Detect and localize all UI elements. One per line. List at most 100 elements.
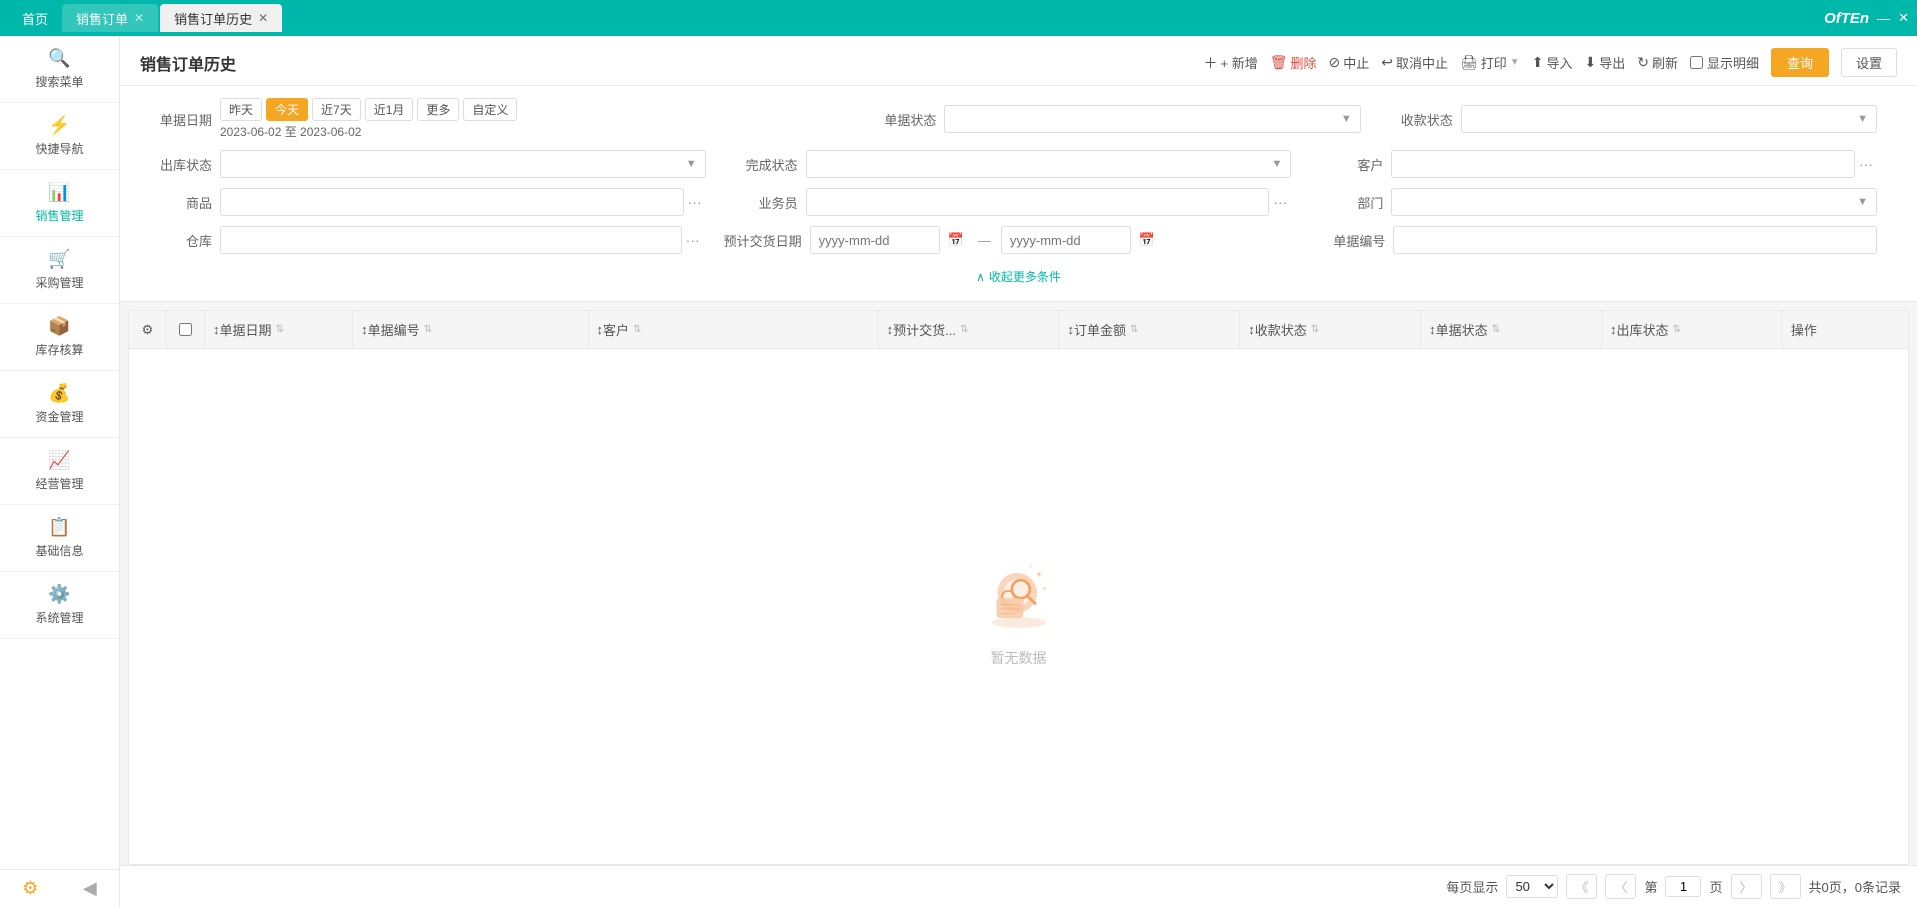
empty-state: ✦ ✦ ✦ 暂无数据 xyxy=(129,349,1908,864)
expected-date-start[interactable] xyxy=(810,226,940,254)
sort-date-icon: ⇅ xyxy=(276,324,284,335)
sidebar-item-sales-mgmt[interactable]: 📊 销售管理 xyxy=(0,170,119,237)
page-size-select[interactable]: 50 10 20 100 xyxy=(1506,875,1558,898)
close-tab-sales-order-history[interactable]: ✕ xyxy=(258,11,268,25)
th-amount[interactable]: ↕ 订单金额 ⇅ xyxy=(1059,311,1240,348)
prev-page-btn[interactable]: 〈 xyxy=(1605,874,1636,899)
toolbar: ＋ + 新增 🗑 删除 ⊘ 中止 ↩ 取消中止 🖨 打印 xyxy=(1203,48,1897,77)
complete-label: 完成状态 xyxy=(726,155,806,174)
svg-text:✦: ✦ xyxy=(1035,569,1043,579)
department-select[interactable]: ▼ xyxy=(1391,188,1877,216)
date-btn-yesterday[interactable]: 昨天 xyxy=(220,98,262,121)
tab-home[interactable]: 首页 xyxy=(8,4,62,32)
goods-label: 商品 xyxy=(140,193,220,212)
sidebar-item-basic-info[interactable]: 📋 基础信息 xyxy=(0,505,119,572)
stock-out-select[interactable]: ▼ xyxy=(220,150,706,178)
sidebar-item-quick-nav[interactable]: ⚡ 快捷导航 xyxy=(0,103,119,170)
sidebar-item-purchase-mgmt[interactable]: 🛒 采购管理 xyxy=(0,237,119,304)
select-all-checkbox[interactable] xyxy=(179,323,192,336)
date-btn-more[interactable]: 更多 xyxy=(417,98,459,121)
sidebar-settings-icon[interactable]: ⚙ xyxy=(22,878,38,899)
customer-ellipsis-btn[interactable]: ··· xyxy=(1855,156,1877,172)
sidebar-item-system[interactable]: ⚙️ 系统管理 xyxy=(0,572,119,639)
show-detail-checkbox[interactable] xyxy=(1690,56,1703,69)
show-detail-checkbox-label[interactable]: 显示明细 xyxy=(1690,53,1759,72)
query-button[interactable]: 查询 xyxy=(1771,48,1829,77)
sidebar-item-search-menu[interactable]: 🔍 搜索菜单 xyxy=(0,36,119,103)
settings-icon[interactable]: ⚙ xyxy=(142,322,154,338)
last-page-btn[interactable]: 》 xyxy=(1770,874,1801,899)
filter-row-1: 单据日期 昨天 今天 近7天 近1月 更多 自定义 2023-06-02 至 2… xyxy=(140,98,1897,140)
date-btn-custom[interactable]: 自定义 xyxy=(463,98,517,121)
payment-status-control: ▼ xyxy=(1461,105,1877,133)
order-status-select[interactable]: ▼ xyxy=(944,105,1360,133)
tab-sales-order[interactable]: 销售订单 ✕ xyxy=(62,4,158,32)
export-button[interactable]: ⬇ 导出 xyxy=(1584,53,1625,72)
page-unit: 页 xyxy=(1709,877,1722,896)
customer-input[interactable] xyxy=(1391,150,1855,178)
next-page-btn[interactable]: 〉 xyxy=(1731,874,1762,899)
sidebar-item-inventory[interactable]: 📦 库存核算 xyxy=(0,304,119,371)
date-btn-today[interactable]: 今天 xyxy=(266,98,308,121)
cancel-stop-button[interactable]: ↩ 取消中止 xyxy=(1381,53,1448,72)
th-date[interactable]: ↕ 单据日期 ⇅ xyxy=(205,311,353,348)
print-button[interactable]: 🖨 打印 ▼ xyxy=(1460,53,1520,72)
tab-sales-order-history[interactable]: 销售订单历史 ✕ xyxy=(160,4,282,32)
order-no-label: 单据编号 xyxy=(1313,231,1393,250)
stock-out-arrow-icon: ▼ xyxy=(686,158,697,170)
payment-status-arrow-icon: ▼ xyxy=(1857,113,1868,125)
quick-nav-icon: ⚡ xyxy=(48,115,70,136)
date-btn-7days[interactable]: 近7天 xyxy=(312,98,361,121)
cancel-stop-icon: ↩ xyxy=(1381,54,1393,71)
first-page-btn[interactable]: 《 xyxy=(1566,874,1597,899)
th-order-status[interactable]: ↕ 单据状态 ⇅ xyxy=(1421,311,1602,348)
warehouse-input[interactable] xyxy=(220,226,682,254)
sidebar-collapse-icon[interactable]: ◀ xyxy=(83,878,97,899)
department-arrow-icon: ▼ xyxy=(1857,196,1868,208)
th-pay-status[interactable]: ↕ 收款状态 ⇅ xyxy=(1240,311,1421,348)
order-status-arrow-icon: ▼ xyxy=(1341,113,1352,125)
order-no-input[interactable] xyxy=(1393,226,1877,254)
complete-select[interactable]: ▼ xyxy=(806,150,1292,178)
sidebar-item-finance[interactable]: 💰 资金管理 xyxy=(0,371,119,438)
department-label: 部门 xyxy=(1311,193,1391,212)
goods-input[interactable] xyxy=(220,188,684,216)
payment-status-select[interactable]: ▼ xyxy=(1461,105,1877,133)
th-order-no[interactable]: ↕ 单据编号 ⇅ xyxy=(353,311,588,348)
warehouse-ellipsis-btn[interactable]: ··· xyxy=(682,232,704,248)
collapse-btn[interactable]: ∧ 收起更多条件 xyxy=(140,264,1897,289)
salesperson-ellipsis-btn[interactable]: ··· xyxy=(1269,194,1291,210)
date-btn-1month[interactable]: 近1月 xyxy=(365,98,414,121)
th-action: 操作 xyxy=(1783,311,1908,348)
salesperson-input[interactable] xyxy=(806,188,1270,216)
refresh-button[interactable]: ↻ 刷新 xyxy=(1637,53,1678,72)
stop-button[interactable]: ⊘ 中止 xyxy=(1329,53,1370,72)
close-window-btn[interactable]: ✕ xyxy=(1898,10,1909,26)
cal-end-icon[interactable]: 📅 xyxy=(1135,232,1159,248)
th-settings[interactable]: ⚙ xyxy=(129,311,167,348)
salesperson-control: ··· xyxy=(806,188,1292,216)
sort-amount-icon: ⇅ xyxy=(1130,324,1138,335)
th-delivery[interactable]: ↕ 预计交货... ⇅ xyxy=(879,311,1060,348)
new-button[interactable]: ＋ + 新增 xyxy=(1203,53,1257,73)
sidebar-item-operations[interactable]: 📈 经营管理 xyxy=(0,438,119,505)
minimize-btn[interactable]: — xyxy=(1877,11,1890,26)
table-area: ⚙ ↕ 单据日期 ⇅ ↕ 单据编号 ⇅ ↕ 客户 ⇅ xyxy=(128,310,1909,865)
basic-info-icon: 📋 xyxy=(48,517,70,538)
date-label: 单据日期 xyxy=(140,110,220,129)
cal-start-icon[interactable]: 📅 xyxy=(944,232,968,248)
expected-date-end[interactable] xyxy=(1001,226,1131,254)
filter-area: 单据日期 昨天 今天 近7天 近1月 更多 自定义 2023-06-02 至 2… xyxy=(120,86,1917,302)
setting-button[interactable]: 设置 xyxy=(1841,48,1897,77)
sort-stock-status-icon: ⇅ xyxy=(1672,324,1680,335)
th-checkbox[interactable] xyxy=(167,311,205,348)
page-input[interactable] xyxy=(1665,876,1701,897)
export-icon: ⬇ xyxy=(1584,54,1596,71)
goods-ellipsis-btn[interactable]: ··· xyxy=(684,194,706,210)
close-tab-sales-order[interactable]: ✕ xyxy=(134,11,144,25)
th-customer[interactable]: ↕ 客户 ⇅ xyxy=(589,311,879,348)
delete-button[interactable]: 🗑 删除 xyxy=(1270,53,1317,72)
import-button[interactable]: ⬆ 导入 xyxy=(1532,53,1573,72)
th-stock-status[interactable]: ↕ 出库状态 ⇅ xyxy=(1602,311,1783,348)
import-icon: ⬆ xyxy=(1532,54,1544,71)
